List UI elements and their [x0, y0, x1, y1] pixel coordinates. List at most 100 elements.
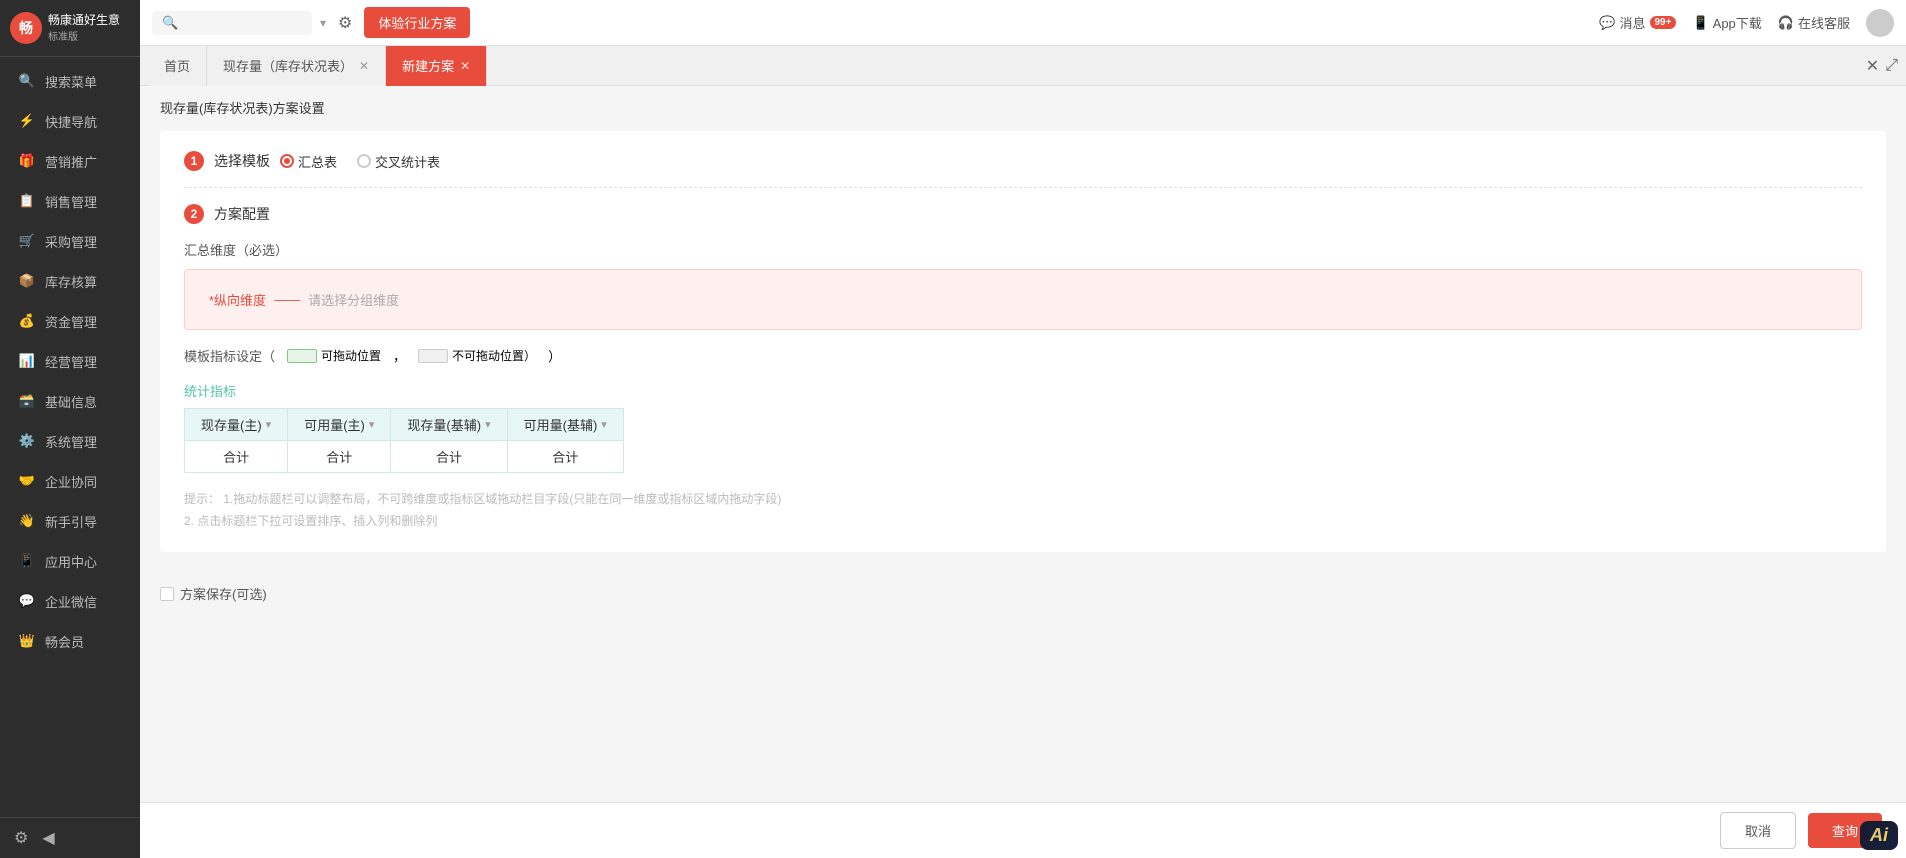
page-title: 现存量(库存状况表)方案设置	[160, 98, 1886, 117]
summary-dim-label: 汇总维度（必选）	[184, 240, 1862, 259]
sidebar-item-finance[interactable]: 💰 资金管理	[0, 301, 140, 341]
tabbar-actions: ✕ ⤢	[1866, 56, 1906, 76]
radio-dot-cross	[357, 154, 371, 168]
section-divider-1	[184, 187, 1862, 188]
footer-bar: 取消 查询	[140, 802, 1906, 858]
sidebar: 畅 畅康通好生意 标准版 🔍 搜索菜单 ⚡ 快捷导航 🎁 营销推广 📋 销售管理…	[0, 0, 140, 858]
settings-icon[interactable]: ⚙	[14, 828, 28, 848]
message-item[interactable]: 💬 消息 99+	[1599, 13, 1676, 32]
vertical-dim-label: *纵向维度	[209, 290, 266, 309]
sidebar-item-label: 采购管理	[45, 232, 97, 251]
th-available-base[interactable]: 可用量(基辅) ▾	[507, 409, 623, 441]
section1-label: 选择模板	[214, 151, 270, 171]
tab-home[interactable]: 首页	[148, 46, 207, 86]
operations-icon: 📊	[17, 351, 37, 371]
dropdown-arrow-icon[interactable]: ▾	[320, 16, 326, 30]
drag-label: 可拖动位置	[321, 347, 381, 364]
sidebar-item-label: 新手引导	[45, 512, 97, 531]
member-icon: 👑	[17, 631, 37, 651]
td-total-1: 合计	[185, 441, 288, 473]
section2-number: 2	[184, 204, 204, 224]
section1-header: 1 选择模板 汇总表 交叉统计表	[184, 151, 1862, 171]
tip-1: 提示： 1.拖动标题栏可以调整布局，不可跨维度或指标区域拖动栏目字段(只能在同一…	[184, 489, 1862, 511]
headset-icon: 🎧	[1778, 15, 1794, 31]
app-logo-icon: 畅	[10, 12, 42, 44]
topbar-right: 💬 消息 99+ 📱 App下载 🎧 在线客服	[1599, 9, 1894, 37]
search-input[interactable]	[184, 16, 302, 30]
th-available-main[interactable]: 可用量(主) ▾	[288, 409, 391, 441]
sidebar-item-inventory[interactable]: 📦 库存核算	[0, 261, 140, 301]
table-row: 合计 合计 合计 合计	[185, 441, 624, 473]
sidebar-item-marketing[interactable]: 🎁 营销推广	[0, 141, 140, 181]
indicator-settings-label: 模板指标设定（	[184, 346, 275, 365]
sidebar-item-label: 基础信息	[45, 392, 97, 411]
sidebar-item-basic-info[interactable]: 🗃️ 基础信息	[0, 381, 140, 421]
new-guide-icon: 👋	[17, 511, 37, 531]
radio-summary[interactable]: 汇总表	[280, 152, 337, 171]
sidebar-item-operations[interactable]: 📊 经营管理	[0, 341, 140, 381]
sidebar-item-sales[interactable]: 📋 销售管理	[0, 181, 140, 221]
sidebar-item-label: 系统管理	[45, 432, 97, 451]
tab-close-inventory[interactable]: ✕	[359, 59, 369, 73]
sidebar-item-cooperation[interactable]: 🤝 企业协同	[0, 461, 140, 501]
stats-title: 统计指标	[184, 381, 1862, 400]
online-service-item[interactable]: 🎧 在线客服	[1778, 13, 1850, 32]
save-scheme-checkbox[interactable]	[160, 587, 174, 601]
ai-badge-text: Ai	[1870, 825, 1888, 846]
trial-industry-button[interactable]: 体验行业方案	[364, 7, 470, 38]
main-area: 🔍 ▾ ⚙ 体验行业方案 💬 消息 99+ 📱 App下载 🎧 在线客服	[140, 0, 1906, 858]
sidebar-item-label: 库存核算	[45, 272, 97, 291]
sidebar-item-app-center[interactable]: 📱 应用中心	[0, 541, 140, 581]
finance-icon: 💰	[17, 311, 37, 331]
tab-inventory-status[interactable]: 现存量（库存状况表） ✕	[207, 46, 386, 86]
search-icon: 🔍	[17, 71, 37, 91]
sidebar-item-label: 企业协同	[45, 472, 97, 491]
gear-icon[interactable]: ⚙	[338, 13, 352, 33]
td-total-4: 合计	[507, 441, 623, 473]
sidebar-item-label: 畅会员	[45, 632, 84, 651]
collapse-icon[interactable]: ◀	[42, 828, 54, 848]
sidebar-item-purchase[interactable]: 🛒 采购管理	[0, 221, 140, 261]
sidebar-item-system[interactable]: ⚙️ 系统管理	[0, 421, 140, 461]
basic-info-icon: 🗃️	[17, 391, 37, 411]
cooperation-icon: 🤝	[17, 471, 37, 491]
sidebar-item-wechat[interactable]: 💬 企业微信	[0, 581, 140, 621]
sidebar-item-label: 资金管理	[45, 312, 97, 331]
search-icon: 🔍	[162, 15, 178, 31]
app-download-item[interactable]: 📱 App下载	[1692, 13, 1761, 32]
drag-indicator-tag: 可拖动位置	[287, 347, 381, 364]
tab-new-scheme[interactable]: 新建方案 ✕	[386, 46, 487, 86]
sidebar-item-quick-nav[interactable]: ⚡ 快捷导航	[0, 101, 140, 141]
sidebar-item-member[interactable]: 👑 畅会员	[0, 621, 140, 661]
tips-section: 提示： 1.拖动标题栏可以调整布局，不可跨维度或指标区域拖动栏目字段(只能在同一…	[184, 489, 1862, 532]
th-current-base[interactable]: 现存量(基辅) ▾	[391, 409, 507, 441]
indicator-separator: ，	[393, 346, 406, 365]
section2-label: 方案配置	[214, 204, 270, 224]
purchase-icon: 🛒	[17, 231, 37, 251]
system-icon: ⚙️	[17, 431, 37, 451]
chevron-down-icon: ▾	[266, 418, 272, 431]
wechat-icon: 💬	[17, 591, 37, 611]
indicator-end-paren: ）	[548, 346, 561, 365]
topbar: 🔍 ▾ ⚙ 体验行业方案 💬 消息 99+ 📱 App下载 🎧 在线客服	[140, 0, 1906, 46]
user-avatar[interactable]	[1866, 9, 1894, 37]
tab-close-action[interactable]: ✕	[1866, 56, 1879, 76]
sidebar-item-new-guide[interactable]: 👋 新手引导	[0, 501, 140, 541]
section1-number: 1	[184, 151, 204, 171]
inventory-icon: 📦	[17, 271, 37, 291]
sidebar-item-label: 经营管理	[45, 352, 97, 371]
cancel-button[interactable]: 取消	[1720, 812, 1796, 849]
sidebar-item-label: 营销推广	[45, 152, 97, 171]
radio-cross[interactable]: 交叉统计表	[357, 152, 440, 171]
sidebar-nav: 🔍 搜索菜单 ⚡ 快捷导航 🎁 营销推广 📋 销售管理 🛒 采购管理 📦 库存核…	[0, 57, 140, 817]
message-icon: 💬	[1599, 15, 1615, 31]
tab-close-new-scheme[interactable]: ✕	[460, 59, 470, 73]
sidebar-item-search-menu[interactable]: 🔍 搜索菜单	[0, 61, 140, 101]
indicator-settings-row: 模板指标设定（ 可拖动位置 ， 不可拖动位置） ）	[184, 346, 1862, 365]
ai-badge[interactable]: Ai	[1860, 821, 1898, 850]
th-current-main[interactable]: 现存量(主) ▾	[185, 409, 288, 441]
tab-expand-action[interactable]: ⤢	[1885, 57, 1898, 75]
nodrag-position-box	[418, 349, 448, 363]
table-header-row: 现存量(主) ▾ 可用量(主) ▾ 现存量(基辅	[185, 409, 624, 441]
drag-position-box	[287, 349, 317, 363]
